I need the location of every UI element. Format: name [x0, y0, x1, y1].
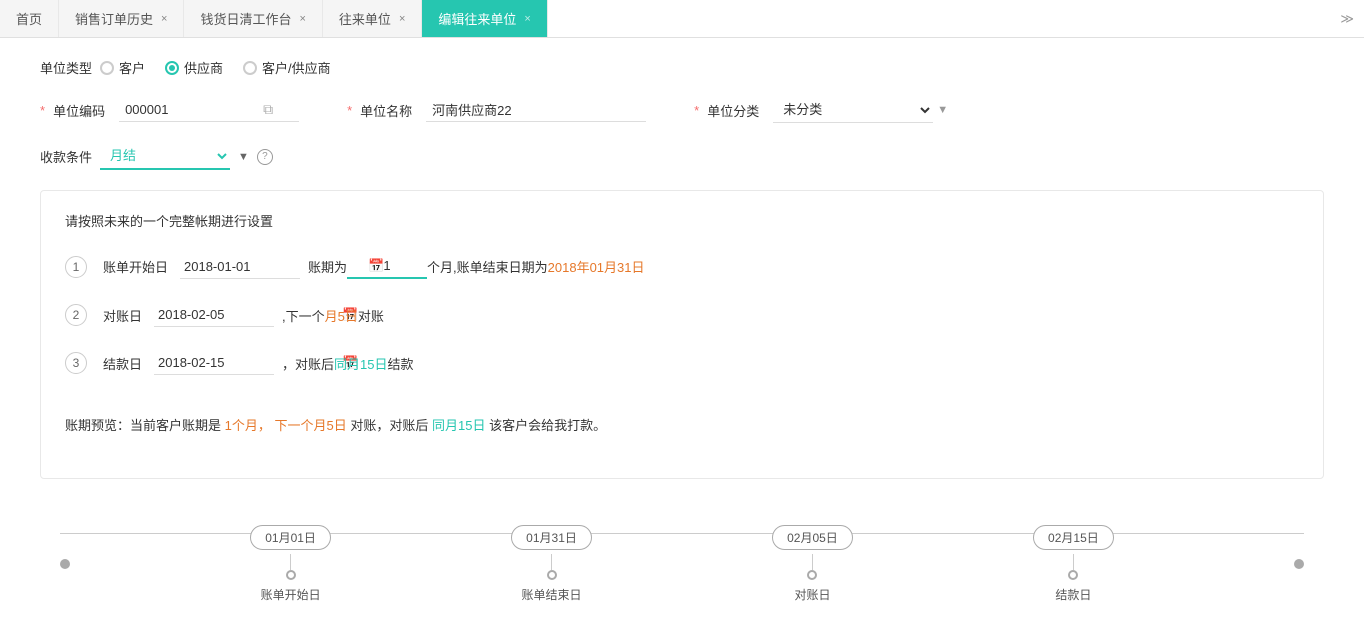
- unit-name-input[interactable]: [426, 98, 646, 121]
- step-2-highlight: 月5日: [325, 306, 358, 325]
- unit-name-wrapper: [426, 98, 646, 122]
- step-1-end-date: 2018年01月31日: [548, 257, 645, 276]
- step-3-desc-suffix: 结款: [388, 354, 414, 373]
- help-icon[interactable]: ?: [257, 149, 273, 165]
- step-3-desc-prefix: ，对账后: [282, 354, 334, 373]
- timeline-node-4-label: 结款日: [1055, 586, 1091, 603]
- unit-info-row: * 单位编码 ⧉ * 单位名称 * 单位分类 未分类 ▼: [40, 97, 1324, 123]
- step-3-label: 结款日: [103, 354, 142, 373]
- tab-close-icon[interactable]: ×: [399, 13, 405, 25]
- unit-type-label: 单位类型: [40, 58, 92, 77]
- step-3-row: 3 结款日 📅 ，对账后 同月15日 结款: [65, 351, 1299, 375]
- timeline-node-3-date: 02月05日: [772, 525, 853, 550]
- radio-label: 客户: [119, 58, 145, 77]
- settings-panel: 请按照未来的一个完整帐期进行设置 1 账单开始日 📅 账期为 个月,账单结束日期…: [40, 190, 1324, 479]
- step-2-label: 对账日: [103, 306, 142, 325]
- unit-type-row: 单位类型 客户 供应商 客户/供应商: [40, 58, 1324, 77]
- timeline-node-1-label: 账单开始日: [261, 586, 321, 603]
- tab-home[interactable]: 首页: [0, 0, 59, 37]
- page-content: 单位类型 客户 供应商 客户/供应商 * 单位编码 ⧉ * 单位名称: [0, 38, 1364, 623]
- step-1-desc-prefix: 账期为: [308, 257, 347, 276]
- timeline-node-1: 01月01日 账单开始日: [250, 525, 331, 603]
- timeline-left-endpoint: [60, 559, 70, 569]
- step-2-desc-suffix: 对账: [358, 306, 384, 325]
- timeline-node-2-date: 01月31日: [511, 525, 592, 550]
- preview-next5: 下一个月5日: [275, 418, 347, 433]
- timeline-node-3-label: 对账日: [794, 586, 830, 603]
- timeline-node-2: 01月31日 账单结束日: [511, 525, 592, 603]
- unit-class-group: * 单位分类 未分类 ▼: [694, 97, 948, 123]
- tab-cash-work[interactable]: 钱货日清工作台 ×: [184, 0, 322, 37]
- period-input[interactable]: [347, 254, 427, 279]
- timeline-node-4-date: 02月15日: [1033, 525, 1114, 550]
- unit-code-wrapper: ⧉: [119, 98, 299, 122]
- payment-condition-wrapper: 月结 ▼ ?: [100, 143, 273, 170]
- payment-condition-select[interactable]: 月结: [100, 143, 230, 170]
- payment-condition-row: 收款条件 月结 ▼ ?: [40, 143, 1324, 170]
- timeline-node-2-label: 账单结束日: [522, 586, 582, 603]
- payment-condition-label: 收款条件: [40, 147, 92, 166]
- payment-chevron-icon: ▼: [238, 151, 249, 163]
- copy-icon[interactable]: ⧉: [259, 101, 277, 118]
- unit-class-wrapper: 未分类 ▼: [773, 97, 948, 123]
- unit-code-input[interactable]: [119, 98, 259, 121]
- preview-middle: 对账，对账后: [350, 418, 428, 433]
- unit-code-label: 单位编码: [53, 101, 105, 120]
- tab-label: 往来单位: [339, 9, 391, 28]
- step-2-date-wrapper: 📅: [154, 303, 274, 327]
- unit-code-group: * 单位编码 ⧉: [40, 98, 299, 122]
- tab-label: 编辑往来单位: [438, 9, 516, 28]
- step-3-date-wrapper: 📅: [154, 351, 274, 375]
- tab-edit-partner-unit[interactable]: 编辑往来单位 ×: [422, 0, 547, 37]
- radio-circle: [100, 61, 114, 75]
- preview-1m: 1个月，: [225, 418, 271, 433]
- unit-name-label: 单位名称: [360, 101, 412, 120]
- tab-sales-order-history[interactable]: 销售订单历史 ×: [59, 0, 184, 37]
- step-1-desc-suffix: 个月,账单结束日期为: [427, 257, 548, 276]
- preview-text: 账期预览：当前客户账期是 1个月， 下一个月5日 对账，对账后 同月15日 该客…: [65, 399, 1299, 434]
- step-1-label: 账单开始日: [103, 257, 168, 276]
- step-1-date-wrapper: 📅: [180, 255, 300, 279]
- unit-class-label: 单位分类: [707, 101, 759, 120]
- preview-same15: 同月15日: [432, 418, 485, 433]
- preview-end: 该客户会给我打款。: [489, 418, 606, 433]
- step-3-number: 3: [65, 352, 87, 374]
- step-1-row: 1 账单开始日 📅 账期为 个月,账单结束日期为 2018年01月31日: [65, 254, 1299, 279]
- tab-close-icon[interactable]: ×: [524, 13, 530, 25]
- radio-item-客户/供应商[interactable]: 客户/供应商: [243, 58, 331, 77]
- tab-label: 销售订单历史: [75, 9, 153, 28]
- step-2-row: 2 对账日 📅 ,下一个 月5日 对账: [65, 303, 1299, 327]
- tab-close-icon[interactable]: ×: [299, 13, 305, 25]
- panel-title: 请按照未来的一个完整帐期进行设置: [65, 211, 1299, 230]
- step-2-desc-prefix: ,下一个: [282, 306, 325, 325]
- radio-circle: [165, 61, 179, 75]
- step-1-number: 1: [65, 256, 87, 278]
- preview-label: 账期预览：当前客户账期是: [65, 418, 221, 433]
- tabs-expand-icon[interactable]: ≫: [1330, 0, 1364, 37]
- radio-item-供应商[interactable]: 供应商: [165, 58, 223, 77]
- unit-type-radio-group: 客户 供应商 客户/供应商: [100, 58, 331, 77]
- radio-label: 供应商: [184, 58, 223, 77]
- timeline-node-3: 02月05日 对账日: [772, 525, 853, 603]
- tab-label: 钱货日清工作台: [200, 9, 291, 28]
- unit-name-group: * 单位名称: [347, 98, 646, 122]
- timeline-right-endpoint: [1294, 559, 1304, 569]
- radio-circle: [243, 61, 257, 75]
- tab-label: 首页: [16, 9, 42, 28]
- timeline-section: 01月01日 账单开始日 01月31日 账单结束日 02月05日 对账日: [40, 495, 1324, 603]
- tabs-bar: 首页 销售订单历史 × 钱货日清工作台 × 往来单位 × 编辑往来单位 × ≫: [0, 0, 1364, 38]
- step-2-number: 2: [65, 304, 87, 326]
- step-3-highlight: 同月15日: [334, 354, 387, 373]
- radio-label: 客户/供应商: [262, 58, 331, 77]
- tab-partner-unit[interactable]: 往来单位 ×: [323, 0, 422, 37]
- tab-close-icon[interactable]: ×: [161, 13, 167, 25]
- radio-item-客户[interactable]: 客户: [100, 58, 145, 77]
- unit-class-dropdown-icon: ▼: [937, 104, 948, 116]
- timeline-node-4: 02月15日 结款日: [1033, 525, 1114, 603]
- unit-class-select[interactable]: 未分类: [773, 97, 933, 123]
- timeline-node-1-date: 01月01日: [250, 525, 331, 550]
